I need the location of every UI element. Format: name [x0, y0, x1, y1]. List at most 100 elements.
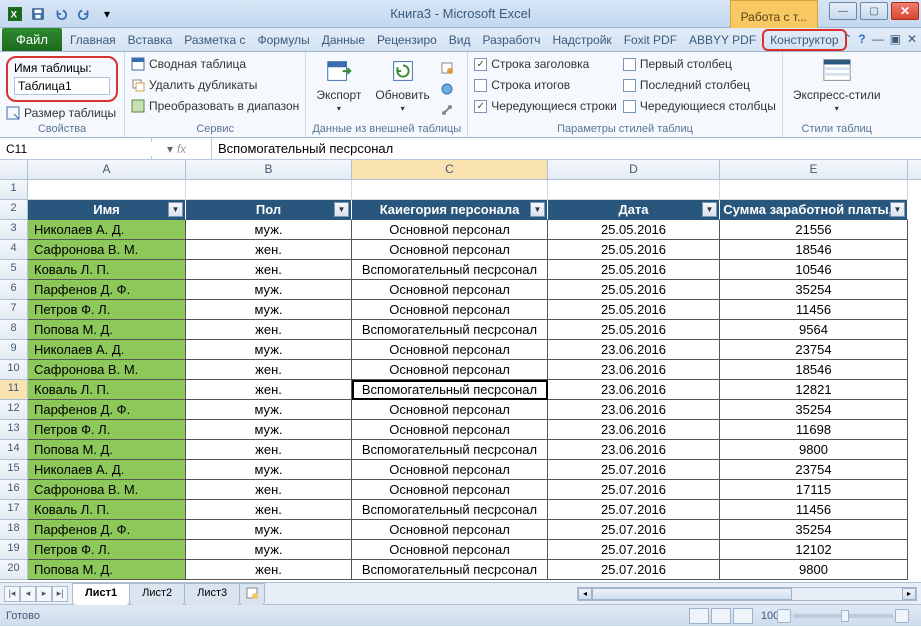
cell-sum[interactable]: 35254: [720, 400, 908, 420]
cell-category[interactable]: Вспомогательный песрсонал: [352, 260, 548, 280]
row-header[interactable]: 18: [0, 520, 28, 540]
cell-date[interactable]: 23.06.2016: [548, 340, 720, 360]
row-header[interactable]: 13: [0, 420, 28, 440]
sheet-nav-last-icon[interactable]: ▸|: [52, 586, 68, 602]
table-header[interactable]: Каиегория персонала▼: [352, 200, 548, 220]
col-header-A[interactable]: A: [28, 160, 186, 179]
cell-category[interactable]: Вспомогательный песрсонал: [352, 440, 548, 460]
cell-sum[interactable]: 10546: [720, 260, 908, 280]
chk-last-col[interactable]: Последний столбец: [623, 75, 776, 95]
cell-date[interactable]: 25.07.2016: [548, 500, 720, 520]
cell-date[interactable]: 25.07.2016: [548, 460, 720, 480]
save-icon[interactable]: [27, 4, 49, 24]
cell-name[interactable]: Коваль Л. П.: [28, 380, 186, 400]
view-page-layout-icon[interactable]: [711, 608, 731, 624]
cell-date[interactable]: 25.07.2016: [548, 520, 720, 540]
cell-category[interactable]: Вспомогательный песрсонал: [352, 560, 548, 580]
filter-dropdown-icon[interactable]: ▼: [530, 202, 545, 217]
row-header[interactable]: 2: [0, 200, 28, 220]
file-tab[interactable]: Файл: [2, 28, 62, 51]
chk-header-row[interactable]: ✓Строка заголовка: [474, 54, 617, 74]
open-browser-icon[interactable]: [440, 79, 454, 99]
cell-name[interactable]: Коваль Л. П.: [28, 260, 186, 280]
cell-name[interactable]: Николаев А. Д.: [28, 340, 186, 360]
row-header[interactable]: 12: [0, 400, 28, 420]
maximize-button[interactable]: ▢: [860, 2, 888, 20]
cell-date[interactable]: 23.06.2016: [548, 380, 720, 400]
cell-sex[interactable]: жен.: [186, 240, 352, 260]
cell-sex[interactable]: жен.: [186, 260, 352, 280]
tab-главная[interactable]: Главная: [64, 29, 122, 51]
cell-name[interactable]: Сафронова В. М.: [28, 240, 186, 260]
resize-table-button[interactable]: Размер таблицы: [6, 103, 118, 123]
cell-sum[interactable]: 12102: [720, 540, 908, 560]
tab-constructor[interactable]: Конструктор: [762, 29, 846, 51]
cell-name[interactable]: Парфенов Д. Ф.: [28, 520, 186, 540]
remove-duplicates-button[interactable]: Удалить дубликаты: [131, 75, 299, 95]
tab-надстройк[interactable]: Надстройк: [547, 29, 618, 51]
col-header-C[interactable]: C: [352, 160, 548, 179]
chk-banded-cols[interactable]: Чередующиеся столбцы: [623, 96, 776, 116]
cell-date[interactable]: 23.06.2016: [548, 420, 720, 440]
cell-category[interactable]: Основной персонал: [352, 280, 548, 300]
cell-sex[interactable]: муж.: [186, 340, 352, 360]
scroll-thumb[interactable]: [592, 588, 792, 600]
export-button[interactable]: Экспорт▾: [312, 54, 365, 115]
row-header[interactable]: 1: [0, 180, 28, 200]
filter-dropdown-icon[interactable]: ▼: [890, 202, 905, 217]
chk-first-col[interactable]: Первый столбец: [623, 54, 776, 74]
cell-sex[interactable]: жен.: [186, 500, 352, 520]
row-header[interactable]: 15: [0, 460, 28, 480]
cell-sex[interactable]: муж.: [186, 220, 352, 240]
cell-category[interactable]: Основной персонал: [352, 480, 548, 500]
cell-sex[interactable]: жен.: [186, 360, 352, 380]
select-all-corner[interactable]: [0, 160, 28, 179]
cell-sum[interactable]: 9800: [720, 560, 908, 580]
row-header[interactable]: 5: [0, 260, 28, 280]
row-header[interactable]: 20: [0, 560, 28, 580]
cell-sex[interactable]: жен.: [186, 560, 352, 580]
scroll-right-icon[interactable]: ▸: [902, 588, 916, 600]
col-header-D[interactable]: D: [548, 160, 720, 179]
name-box-input[interactable]: [0, 142, 167, 156]
chk-total-row[interactable]: Строка итогов: [474, 75, 617, 95]
cell-name[interactable]: Коваль Л. П.: [28, 500, 186, 520]
refresh-button[interactable]: Обновить▾: [371, 54, 433, 115]
sheet-nav-prev-icon[interactable]: ◂: [20, 586, 36, 602]
tab-вид[interactable]: Вид: [443, 29, 477, 51]
cell-date[interactable]: 25.07.2016: [548, 480, 720, 500]
cell-sex[interactable]: муж.: [186, 460, 352, 480]
table-header[interactable]: Имя▼: [28, 200, 186, 220]
row-header[interactable]: 7: [0, 300, 28, 320]
table-header[interactable]: Пол▼: [186, 200, 352, 220]
cell-date[interactable]: 23.06.2016: [548, 440, 720, 460]
filter-dropdown-icon[interactable]: ▼: [334, 202, 349, 217]
cell-category[interactable]: Основной персонал: [352, 300, 548, 320]
cell-date[interactable]: 25.07.2016: [548, 540, 720, 560]
view-page-break-icon[interactable]: [733, 608, 753, 624]
cell-date[interactable]: 25.05.2016: [548, 260, 720, 280]
row-header[interactable]: 17: [0, 500, 28, 520]
cell-sum[interactable]: 18546: [720, 240, 908, 260]
cell-name[interactable]: Николаев А. Д.: [28, 220, 186, 240]
table-tools-context-tab[interactable]: Работа с т...: [730, 0, 818, 28]
tab-вставка[interactable]: Вставка: [122, 29, 179, 51]
cell-name[interactable]: Попова М. Д.: [28, 560, 186, 580]
cell-sum[interactable]: 18546: [720, 360, 908, 380]
pivot-table-button[interactable]: Сводная таблица: [131, 54, 299, 74]
ribbon-minimize-icon[interactable]: ⌃: [842, 32, 852, 46]
row-header[interactable]: 3: [0, 220, 28, 240]
cell-date[interactable]: 25.07.2016: [548, 560, 720, 580]
cell-sum[interactable]: 9564: [720, 320, 908, 340]
cell-date[interactable]: 23.06.2016: [548, 360, 720, 380]
cell-sex[interactable]: муж.: [186, 280, 352, 300]
formula-bar[interactable]: Вспомогательный песрсонал: [212, 138, 921, 159]
tab-abbyy pdf[interactable]: ABBYY PDF: [683, 29, 762, 51]
row-header[interactable]: 10: [0, 360, 28, 380]
sheet-tab[interactable]: Лист2: [129, 583, 185, 605]
tab-foxit pdf[interactable]: Foxit PDF: [618, 29, 683, 51]
row-header[interactable]: 9: [0, 340, 28, 360]
row-header[interactable]: 6: [0, 280, 28, 300]
new-sheet-icon[interactable]: [239, 583, 265, 605]
spreadsheet-grid[interactable]: A B C D E 12Имя▼Пол▼Каиегория персонала▼…: [0, 160, 921, 582]
